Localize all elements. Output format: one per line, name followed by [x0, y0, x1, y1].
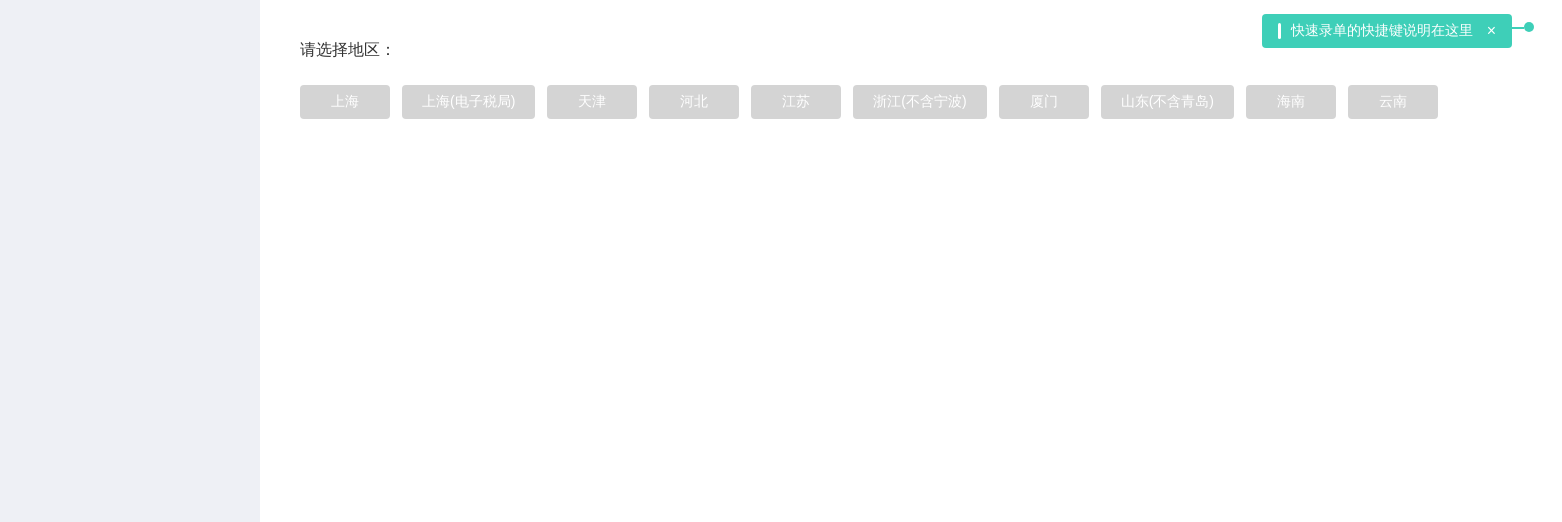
region-button-shandong[interactable]: 山东(不含青岛): [1101, 85, 1234, 119]
tooltip-close-button[interactable]: ×: [1487, 23, 1496, 39]
region-button-zhejiang[interactable]: 浙江(不含宁波): [853, 85, 986, 119]
tooltip-line: [1512, 27, 1524, 29]
region-button-jiangsu[interactable]: 江苏: [751, 85, 841, 119]
region-button-shanghai[interactable]: 上海: [300, 85, 390, 119]
region-button-xiamen[interactable]: 厦门: [999, 85, 1089, 119]
main-content: 请选择地区： 上海上海(电子税局)天津河北江苏浙江(不含宁波)厦门山东(不含青岛…: [260, 0, 1562, 522]
tooltip-banner: 快速录单的快捷键说明在这里 ×: [1262, 14, 1512, 48]
tooltip-text: 快速录单的快捷键说明在这里: [1291, 22, 1473, 40]
region-button-hebei[interactable]: 河北: [649, 85, 739, 119]
tooltip-dot: [1524, 22, 1534, 32]
region-button-tianjin[interactable]: 天津: [547, 85, 637, 119]
sidebar: [0, 0, 260, 522]
region-button-hainan[interactable]: 海南: [1246, 85, 1336, 119]
region-button-shanghai-etax[interactable]: 上海(电子税局): [402, 85, 535, 119]
region-buttons: 上海上海(电子税局) 天津河北江苏浙江(不含宁波) 厦门山东(不含青岛) 海南云南: [300, 85, 1522, 119]
region-button-yunnan[interactable]: 云南: [1348, 85, 1438, 119]
